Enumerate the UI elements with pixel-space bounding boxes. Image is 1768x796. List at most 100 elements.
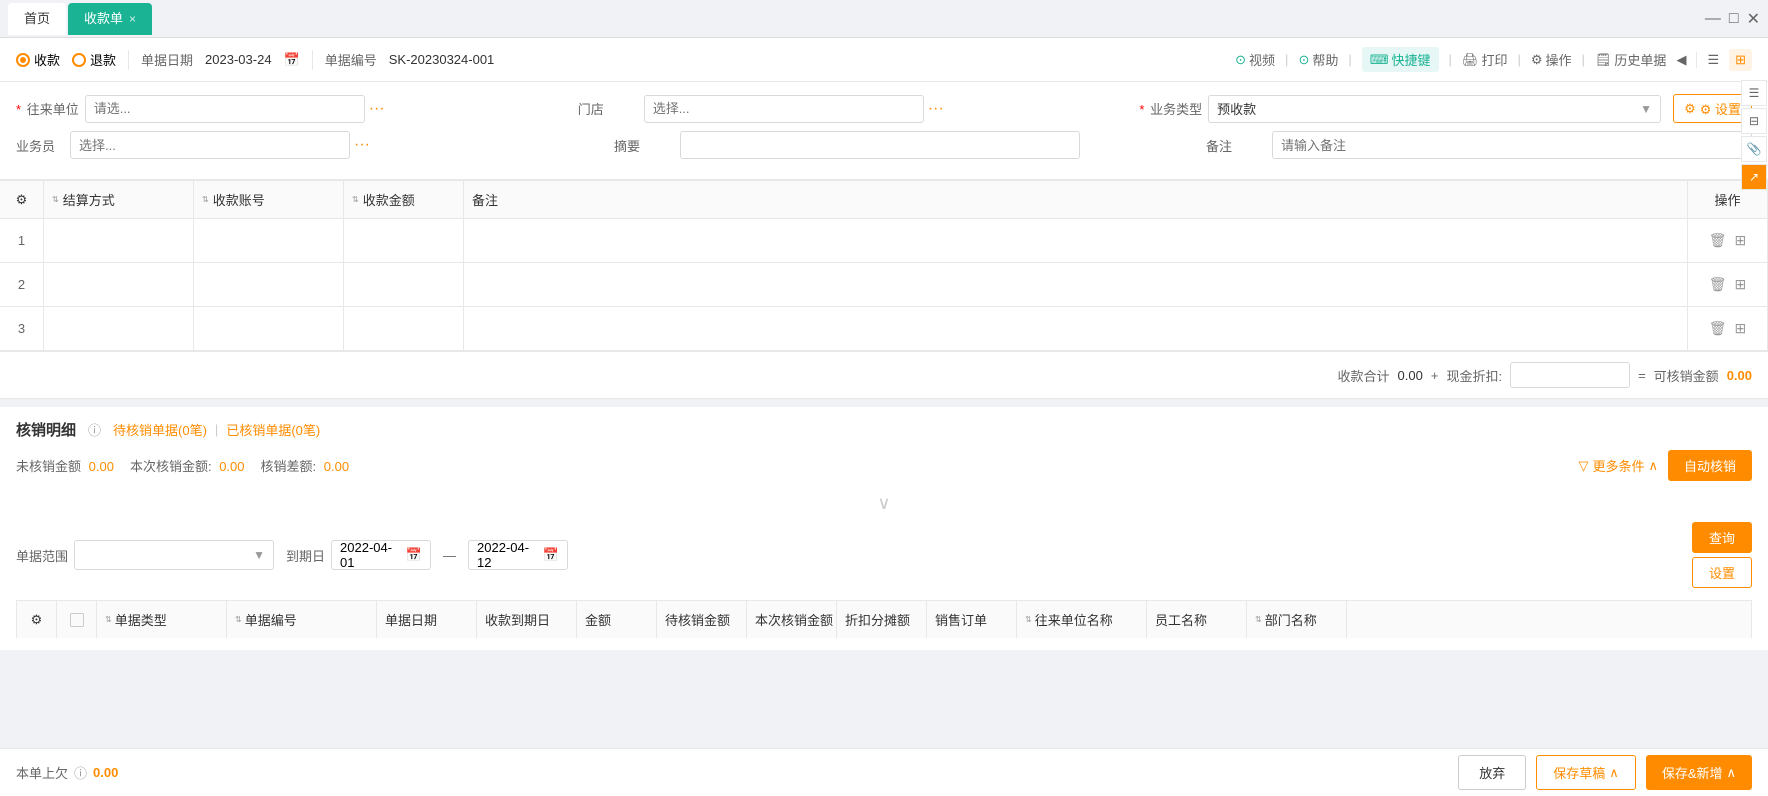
row2-beizhu[interactable] [464, 263, 1688, 306]
expand-icon[interactable]: ∨ [877, 493, 890, 514]
row2-jiesuan[interactable] [44, 263, 194, 306]
prev-button[interactable]: ◀ [1676, 52, 1686, 68]
auto-verify-button[interactable]: 自动核销 [1668, 450, 1752, 481]
shortcut-button[interactable]: ⌨ 快捷键 [1362, 47, 1439, 72]
toolbar-divider-1 [128, 50, 129, 70]
help-button[interactable]: ⊙ 帮助 [1298, 50, 1338, 69]
sort-jine-icon[interactable]: ⇅ [352, 196, 359, 204]
vtable-checkbox-all[interactable] [70, 613, 84, 627]
chevron-up-icon: ∧ [1648, 458, 1658, 474]
right-icon-table[interactable]: ⊟ [1741, 108, 1767, 134]
tab-pending[interactable]: 待核销单据(0笔) [113, 420, 207, 439]
refund-radio[interactable]: 退款 [72, 50, 116, 69]
row2-shoukuan[interactable] [194, 263, 344, 306]
row3-beizhu[interactable] [464, 307, 1688, 350]
table-col-settings[interactable]: ⚙ [0, 181, 44, 218]
sort-jiesuan-icon[interactable]: ⇅ [52, 196, 59, 204]
row1-shoukuan[interactable] [194, 219, 344, 262]
history-button[interactable]: 🗒 历史单据 [1595, 50, 1667, 69]
vtable-col-sales: 销售订单 [927, 601, 1017, 638]
sort-dept-icon[interactable]: ⇅ [1255, 616, 1262, 624]
verify-setting-button[interactable]: 设置 [1692, 557, 1752, 588]
save-arrow-icon: ∧ [1726, 765, 1736, 781]
video-button[interactable]: ⊙ 视频 [1235, 50, 1275, 69]
more-filters-button[interactable]: ▽ 更多条件 ∧ [1578, 456, 1658, 475]
vtable-col-amount: 金额 [577, 601, 657, 638]
sort-num-icon[interactable]: ⇅ [235, 616, 242, 624]
num-value: SK-20230324-001 [389, 52, 495, 67]
receipt-radio[interactable]: 收款 [16, 50, 60, 69]
partner-input[interactable] [85, 95, 365, 123]
receipt-radio-label: 收款 [34, 50, 60, 69]
date-from-input[interactable]: 2022-04-01 📅 [331, 540, 431, 570]
row2-delete-button[interactable]: 🗑 [1709, 276, 1727, 293]
verify-info-icon[interactable]: ⓘ [88, 420, 101, 439]
maximize-button[interactable]: □ [1729, 9, 1739, 29]
tab-close-icon[interactable]: × [129, 3, 136, 35]
tab-home[interactable]: 首页 [8, 3, 66, 35]
minimize-button[interactable]: — [1705, 9, 1721, 29]
row1-beizhu[interactable] [464, 219, 1688, 262]
close-window-button[interactable]: ✕ [1747, 9, 1760, 29]
right-icon-list[interactable]: ☰ [1741, 80, 1767, 106]
abandon-button[interactable]: 放弃 [1458, 755, 1526, 790]
calendar-icon[interactable]: 📅 [284, 52, 300, 68]
row2-actions: 🗑 ⊞ [1688, 263, 1768, 306]
row1-copy-button[interactable]: ⊞ [1735, 232, 1747, 249]
staff-input[interactable] [70, 131, 350, 159]
right-icon-expand[interactable]: ↗ [1741, 164, 1767, 190]
row2-jine[interactable] [344, 263, 464, 306]
query-button[interactable]: 查询 [1692, 522, 1752, 553]
sort-type-icon[interactable]: ⇅ [105, 616, 112, 624]
tab-bar: 首页 收款单 × — □ ✕ [0, 0, 1768, 38]
summary-input[interactable] [680, 131, 1080, 159]
row3-jine[interactable] [344, 307, 464, 350]
row1-jiesuan[interactable] [44, 219, 194, 262]
range-select[interactable]: ▼ [74, 540, 274, 570]
due-label: 到期日 [286, 546, 325, 565]
setting-icon: ⚙ [1684, 101, 1696, 117]
vtable-col-settings[interactable]: ⚙ [17, 601, 57, 638]
note-input[interactable] [1272, 131, 1752, 159]
row2-copy-button[interactable]: ⊞ [1735, 276, 1747, 293]
staff-more-button[interactable]: ··· [350, 136, 374, 154]
date-value[interactable]: 2023-03-24 [205, 52, 272, 67]
biz-label: * 业务类型 [1139, 99, 1202, 118]
vtable-col-this: 本次核销金额 [747, 601, 837, 638]
sort-partner-icon[interactable]: ⇅ [1025, 616, 1032, 624]
sort-shoukuan-icon[interactable]: ⇅ [202, 196, 209, 204]
vtable-col-check[interactable] [57, 601, 97, 638]
row3-copy-button[interactable]: ⊞ [1735, 320, 1747, 337]
row3-jiesuan[interactable] [44, 307, 194, 350]
grid-view-button[interactable]: ⊞ [1729, 49, 1752, 71]
bottom-info-icon[interactable]: ⓘ [74, 763, 87, 782]
receipt-type-group: 收款 退款 [16, 50, 116, 69]
partner-label: * 往来单位 [16, 99, 79, 118]
discount-input[interactable] [1510, 362, 1630, 388]
shop-more-button[interactable]: ··· [924, 100, 948, 118]
top-toolbar: 收款 退款 单据日期 2023-03-24 📅 单据编号 SK-20230324… [0, 38, 1768, 82]
right-icon-attach[interactable]: 📎 [1741, 136, 1767, 162]
this-stat: 本次核销金额: 0.00 [130, 456, 245, 475]
biz-select[interactable]: 预收款 ▼ [1208, 95, 1661, 123]
row3-delete-button[interactable]: 🗑 [1709, 320, 1727, 337]
cal-to-icon[interactable]: 📅 [543, 547, 559, 563]
save-draft-button[interactable]: 保存草稿 ∧ [1536, 755, 1636, 790]
row1-delete-button[interactable]: 🗑 [1709, 232, 1727, 249]
diff-stat: 核销差额: 0.00 [261, 456, 350, 475]
row3-shoukuan[interactable] [194, 307, 344, 350]
vtable-col-num: ⇅ 单据编号 [227, 601, 377, 638]
date-to-input[interactable]: 2022-04-12 📅 [468, 540, 568, 570]
list-view-button[interactable]: ☰ [1707, 52, 1719, 68]
unverified-stat: 未核销金额 0.00 [16, 456, 114, 475]
ops-button[interactable]: ⚙ 操作 [1531, 50, 1572, 69]
tab-active[interactable]: 收款单 × [68, 3, 152, 35]
tab-done[interactable]: 已核销单据(0笔) [226, 420, 320, 439]
shop-input[interactable] [644, 95, 924, 123]
row1-jine[interactable] [344, 219, 464, 262]
print-button[interactable]: 🖨 打印 [1462, 50, 1508, 69]
partner-more-button[interactable]: ··· [365, 100, 389, 118]
save-new-button[interactable]: 保存&新增 ∧ [1646, 755, 1752, 790]
row1-num: 1 [0, 219, 44, 262]
cal-from-icon[interactable]: 📅 [406, 547, 422, 563]
